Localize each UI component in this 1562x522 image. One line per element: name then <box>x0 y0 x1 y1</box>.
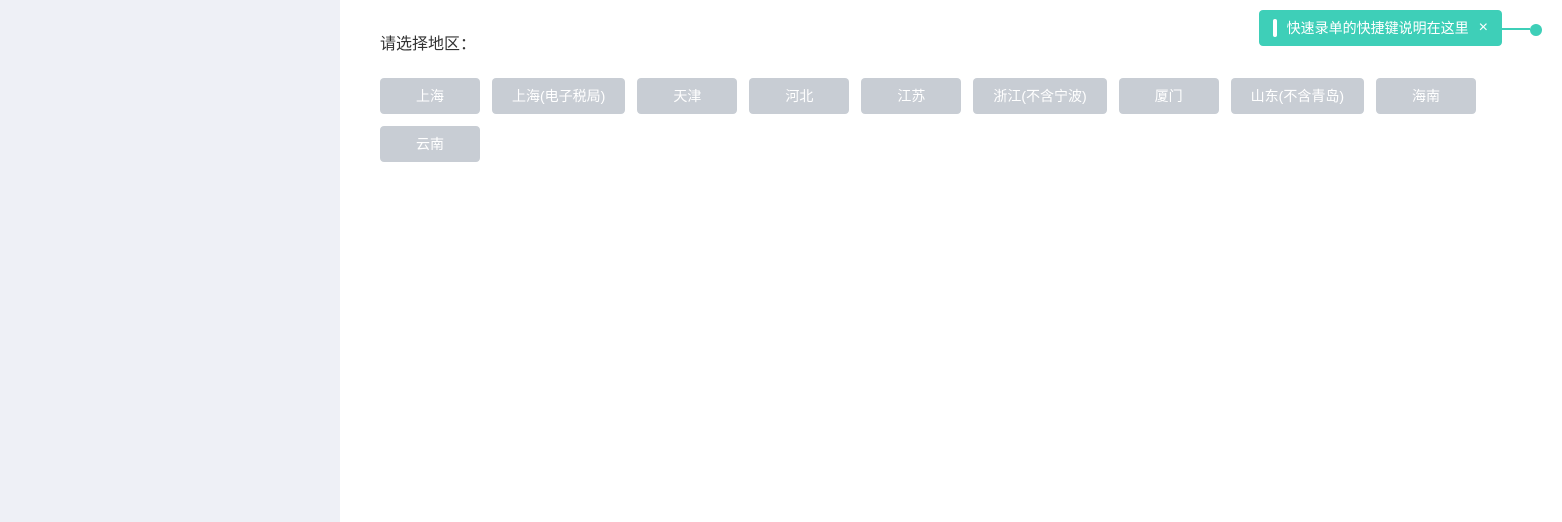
tooltip-close-button[interactable]: × <box>1479 20 1488 36</box>
left-sidebar <box>0 0 340 522</box>
region-button-hainan[interactable]: 海南 <box>1376 78 1476 114</box>
region-button-shanghai-etax[interactable]: 上海(电子税局) <box>492 78 625 114</box>
region-button-yunnan[interactable]: 云南 <box>380 126 480 162</box>
region-button-zhejiang[interactable]: 浙江(不含宁波) <box>973 78 1106 114</box>
tooltip-connector-line <box>1500 28 1530 30</box>
region-button-shanghai[interactable]: 上海 <box>380 78 480 114</box>
region-button-xiamen[interactable]: 厦门 <box>1119 78 1219 114</box>
region-button-tianjin[interactable]: 天津 <box>637 78 737 114</box>
region-button-jiangsu[interactable]: 江苏 <box>861 78 961 114</box>
region-button-hebei[interactable]: 河北 <box>749 78 849 114</box>
main-content: 请选择地区： 上海上海(电子税局)天津河北江苏浙江(不含宁波)厦门山东(不含青岛… <box>340 0 1562 522</box>
tooltip-text: 快速录单的快捷键说明在这里 <box>1287 18 1469 38</box>
tooltip-bar <box>1273 19 1277 37</box>
tooltip-connector-dot <box>1530 24 1542 36</box>
tooltip-banner: 快速录单的快捷键说明在这里 × <box>1259 10 1502 46</box>
region-buttons: 上海上海(电子税局) 天津河北江苏浙江(不含宁波) 厦门山东(不含青岛) 海南云南 <box>380 78 1522 162</box>
region-button-shandong[interactable]: 山东(不含青岛) <box>1231 78 1364 114</box>
